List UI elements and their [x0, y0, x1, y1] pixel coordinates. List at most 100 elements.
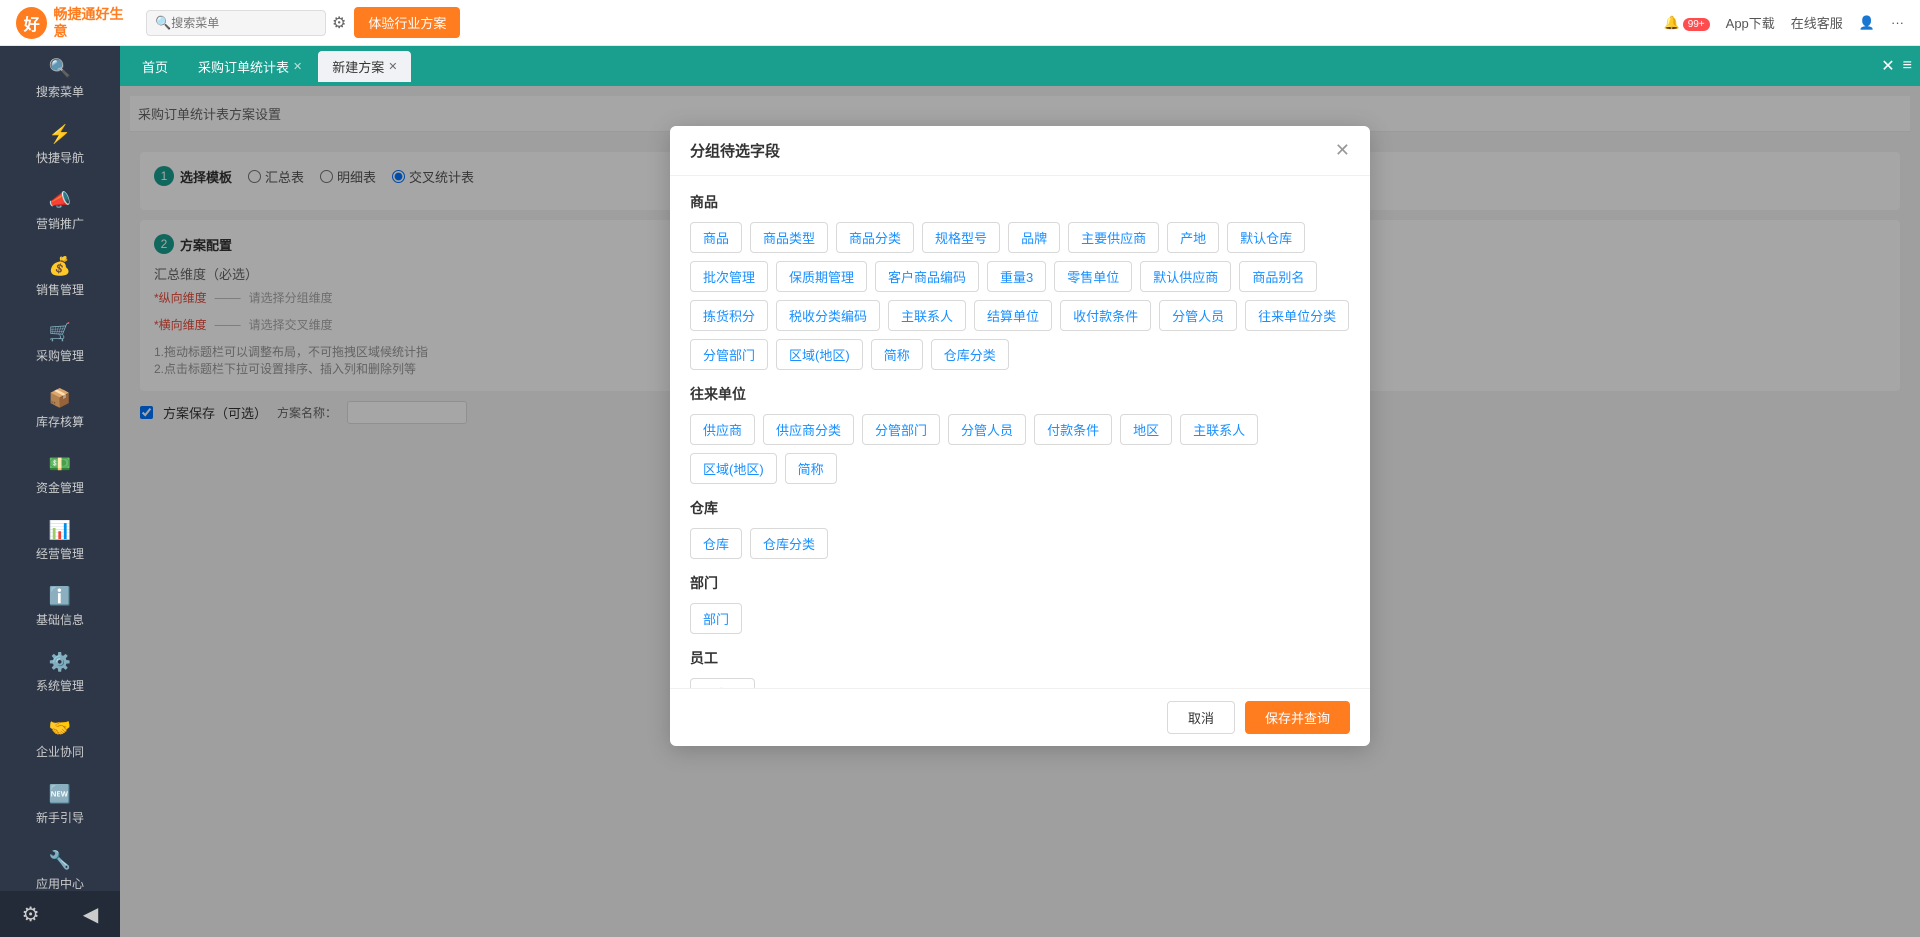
sidebar-item-label: 应用中心: [36, 875, 84, 892]
sidebar-item-label: 资金管理: [36, 479, 84, 496]
tag-supervisor[interactable]: 分管人员: [1159, 300, 1237, 331]
tag-customer-code[interactable]: 客户商品编码: [875, 261, 979, 292]
tag-abbr-goods[interactable]: 简称: [871, 339, 923, 370]
logo-text: 畅捷通好生意: [53, 6, 136, 40]
tag-warehouse-cat[interactable]: 仓库分类: [931, 339, 1009, 370]
tag-goods-type[interactable]: 商品类型: [750, 222, 828, 253]
tag-brand[interactable]: 品牌: [1008, 222, 1060, 253]
search-bar[interactable]: 🔍: [146, 10, 326, 36]
sidebar-item-inventory[interactable]: 📦 库存核算: [0, 376, 120, 442]
tag-main-contact[interactable]: 主联系人: [888, 300, 966, 331]
gear-button[interactable]: ⚙: [332, 13, 346, 33]
tag-main-supplier[interactable]: 主要供应商: [1068, 222, 1159, 253]
sidebar-item-marketing[interactable]: 📣 营销推广: [0, 178, 120, 244]
finance-icon: 💵: [49, 454, 71, 475]
inventory-icon: 📦: [49, 388, 71, 409]
tag-goods-category[interactable]: 商品分类: [836, 222, 914, 253]
tag-department[interactable]: 部门: [690, 603, 742, 634]
section-title-goods: 商品: [690, 192, 1350, 212]
tag-region-goods[interactable]: 区域(地区): [776, 339, 863, 370]
tag-goods-alias[interactable]: 商品别名: [1239, 261, 1317, 292]
tab-new-plan-close[interactable]: ✕: [388, 60, 397, 73]
bottom-settings-btn[interactable]: ⚙: [22, 902, 40, 927]
tag-spec-model[interactable]: 规格型号: [922, 222, 1000, 253]
sidebar-item-label: 新手引导: [36, 809, 84, 826]
tag-partner-category[interactable]: 往来单位分类: [1245, 300, 1349, 331]
tag-default-warehouse[interactable]: 默认仓库: [1227, 222, 1305, 253]
tag-abbr-partner[interactable]: 简称: [785, 453, 837, 484]
tag-dept-partner[interactable]: 分管部门: [862, 414, 940, 445]
system-icon: ⚙️: [49, 652, 71, 673]
tag-area[interactable]: 地区: [1120, 414, 1172, 445]
modal-title: 分组待选字段: [690, 140, 780, 161]
marketing-icon: 📣: [49, 190, 71, 211]
tag-dept[interactable]: 分管部门: [690, 339, 768, 370]
avatar[interactable]: 👤: [1859, 15, 1875, 31]
quicknav-icon: ⚡: [49, 124, 71, 145]
tag-supervisor-partner[interactable]: 分管人员: [948, 414, 1026, 445]
tab-purchase-stats[interactable]: 采购订单统计表 ✕: [184, 51, 316, 82]
exp-btn[interactable]: 体验行业方案: [354, 7, 460, 38]
tag-payment-cond[interactable]: 付款条件: [1034, 414, 1112, 445]
app-download[interactable]: App下载: [1726, 13, 1775, 32]
tag-warehouse[interactable]: 仓库: [690, 528, 742, 559]
top-header: 好 畅捷通好生意 🔍 ⚙ 体验行业方案 🔔99+ App下载 在线客服 👤 ··…: [0, 0, 1920, 46]
online-service[interactable]: 在线客服: [1791, 13, 1843, 32]
sidebar-item-search[interactable]: 🔍 搜索菜单: [0, 46, 120, 112]
section-title-dept: 部门: [690, 573, 1350, 593]
sidebar-item-system[interactable]: ⚙️ 系统管理: [0, 640, 120, 706]
operations-icon: 📊: [49, 520, 71, 541]
tab-new-plan[interactable]: 新建方案 ✕: [318, 51, 411, 82]
tab-purchase-stats-close[interactable]: ✕: [293, 60, 302, 73]
modal-body[interactable]: 商品 商品 商品类型 商品分类 规格型号 品牌 主要供应商 产地 默认仓库 批次…: [670, 176, 1370, 688]
tag-region-partner[interactable]: 区域(地区): [690, 453, 777, 484]
bottom-expand-btn[interactable]: ◀: [83, 902, 98, 927]
tag-weight[interactable]: 重量3: [987, 261, 1046, 292]
tag-default-supplier[interactable]: 默认供应商: [1140, 261, 1231, 292]
sidebar-item-sales[interactable]: 💰 销售管理: [0, 244, 120, 310]
sidebar-item-purchase[interactable]: 🛒 采购管理: [0, 310, 120, 376]
sidebar-item-basic[interactable]: ℹ️ 基础信息: [0, 574, 120, 640]
tab-purchase-stats-label: 采购订单统计表: [198, 57, 289, 76]
search-input[interactable]: [171, 16, 301, 30]
tab-more[interactable]: ≡: [1903, 57, 1912, 75]
cancel-button[interactable]: 取消: [1167, 701, 1235, 734]
notification[interactable]: 🔔99+: [1664, 15, 1710, 31]
sidebar-item-guide[interactable]: 🆕 新手引导: [0, 772, 120, 838]
tab-close-all[interactable]: ✕: [1881, 56, 1894, 76]
tag-salesperson[interactable]: 业务员: [690, 678, 755, 688]
tag-supplier[interactable]: 供应商: [690, 414, 755, 445]
modal-close-button[interactable]: ✕: [1335, 140, 1350, 161]
sidebar-item-operations[interactable]: 📊 经营管理: [0, 508, 120, 574]
tab-home-label: 首页: [142, 57, 168, 76]
modal-header: 分组待选字段 ✕: [670, 126, 1370, 176]
sidebar-item-label: 营销推广: [36, 215, 84, 232]
tag-main-contact-partner[interactable]: 主联系人: [1180, 414, 1258, 445]
basic-icon: ℹ️: [49, 586, 71, 607]
tag-tax-code[interactable]: 税收分类编码: [776, 300, 880, 331]
confirm-button[interactable]: 保存并查询: [1245, 701, 1350, 734]
search-icon: 🔍: [155, 15, 171, 31]
sidebar-item-finance[interactable]: 💵 资金管理: [0, 442, 120, 508]
tag-batch[interactable]: 批次管理: [690, 261, 768, 292]
tag-settlement-unit[interactable]: 结算单位: [974, 300, 1052, 331]
tag-warehouse-category[interactable]: 仓库分类: [750, 528, 828, 559]
sidebar-item-label: 销售管理: [36, 281, 84, 298]
tag-expiry[interactable]: 保质期管理: [776, 261, 867, 292]
tag-goods[interactable]: 商品: [690, 222, 742, 253]
tag-retail-unit[interactable]: 零售单位: [1054, 261, 1132, 292]
tab-home[interactable]: 首页: [128, 51, 182, 82]
tab-bar: 首页 采购订单统计表 ✕ 新建方案 ✕ ✕ ≡: [120, 46, 1920, 86]
tag-origin[interactable]: 产地: [1167, 222, 1219, 253]
apps-icon: 🔧: [49, 850, 71, 871]
search-menu-icon: 🔍: [49, 58, 71, 79]
tag-pick-score[interactable]: 拣货积分: [690, 300, 768, 331]
tag-grid-goods: 商品 商品类型 商品分类 规格型号 品牌 主要供应商 产地 默认仓库 批次管理 …: [690, 222, 1350, 370]
sidebar-item-quicknav[interactable]: ⚡ 快捷导航: [0, 112, 120, 178]
tag-grid-staff: 业务员: [690, 678, 1350, 688]
sidebar-item-collab[interactable]: 🤝 企业协同: [0, 706, 120, 772]
tag-payment-terms[interactable]: 收付款条件: [1060, 300, 1151, 331]
user-info: ···: [1891, 15, 1904, 30]
logo-icon: 好: [16, 7, 47, 39]
tag-supplier-cat[interactable]: 供应商分类: [763, 414, 854, 445]
